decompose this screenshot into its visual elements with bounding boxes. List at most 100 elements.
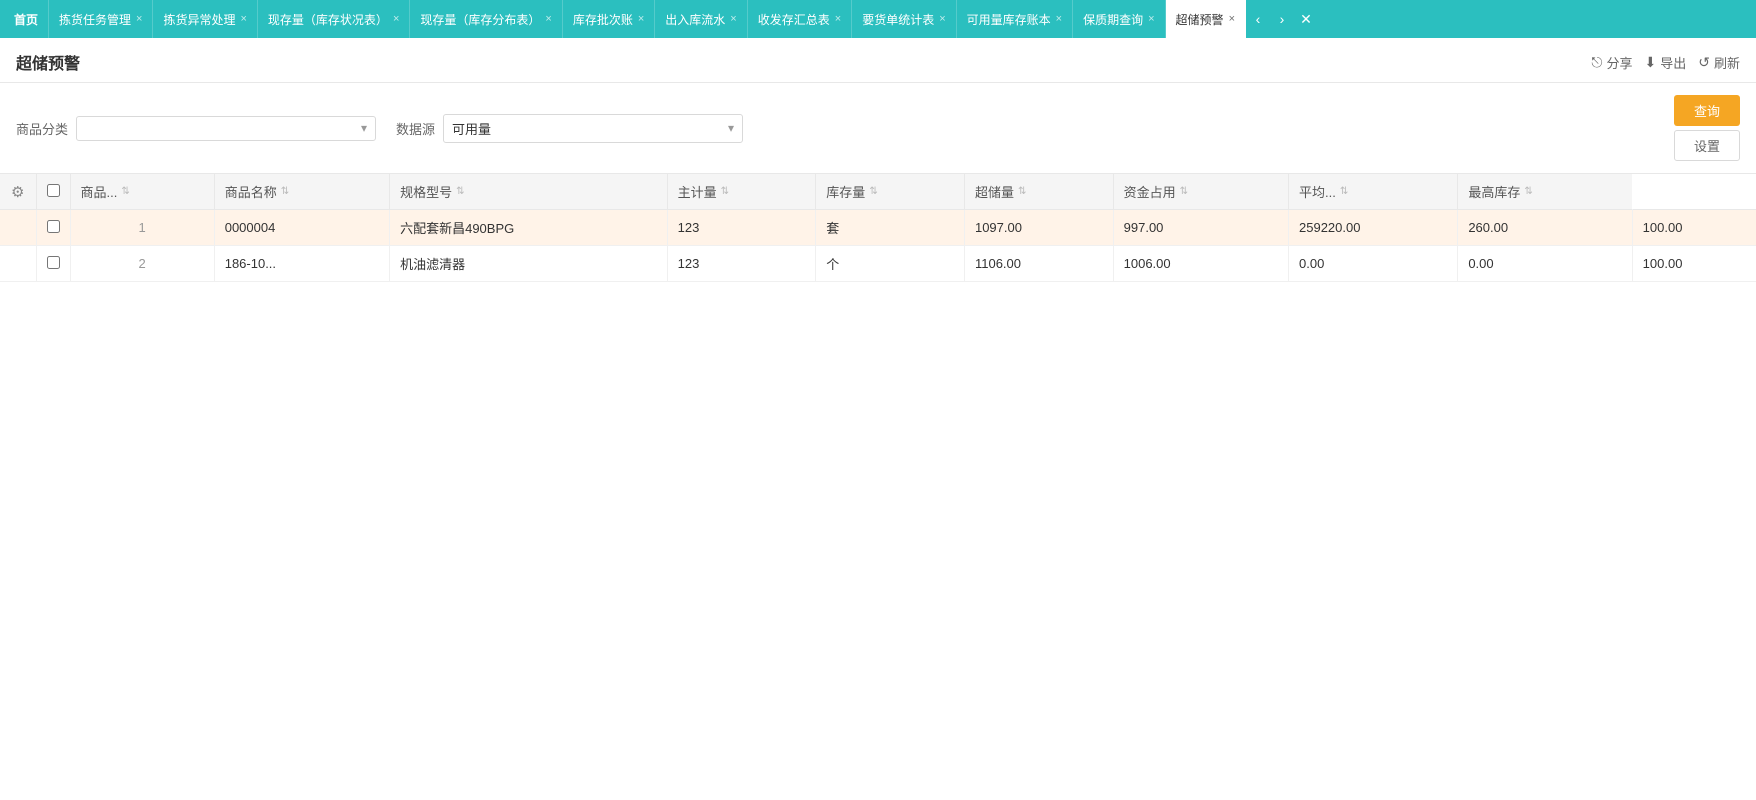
row-product-name: 六配套新昌490BPG [390,210,668,246]
th-spec[interactable]: 规格型号 ⇅ [390,174,668,210]
sort-icon: ⇅ [721,186,729,197]
row-avg: 260.00 [1458,210,1632,246]
table-row: 1 0000004 六配套新昌490BPG 123 套 1097.00 997.… [0,210,1756,246]
chevron-down-icon: ▾ [728,121,734,135]
gear-icon[interactable]: ⚙ [11,184,24,201]
nav-tab-expiry[interactable]: 保质期查询 × [1073,0,1165,38]
nav-tab-stock-status[interactable]: 现存量（库存状况表） × [258,0,410,38]
nav-tab-overstock[interactable]: 超储预警 × [1166,0,1246,38]
close-icon[interactable]: × [545,13,551,25]
row-avg: 0.00 [1458,246,1632,282]
data-table: ⚙ 商品... ⇅ 商品名称 ⇅ [0,173,1756,282]
close-icon[interactable]: × [835,13,841,25]
sort-icon: ⇅ [121,186,129,197]
close-icon[interactable]: × [1056,13,1062,25]
close-icon[interactable]: × [939,13,945,25]
row-spec: 123 [667,210,816,246]
nav-tab-home[interactable]: 首页 [4,0,49,38]
th-max-stock[interactable]: 最高库存 ⇅ [1458,174,1632,210]
chevron-down-icon: ▾ [361,121,367,135]
row-stock: 1106.00 [964,246,1113,282]
row-max-stock: 100.00 [1632,210,1756,246]
table-body: 1 0000004 六配套新昌490BPG 123 套 1097.00 997.… [0,210,1756,282]
th-product-name[interactable]: 商品名称 ⇅ [214,174,389,210]
share-button[interactable]: ⎋ 分享 [1591,53,1632,72]
row-capital: 259220.00 [1289,210,1458,246]
nav-arrow-close[interactable]: ✕ [1294,0,1318,38]
table-header-row: ⚙ 商品... ⇅ 商品名称 ⇅ [0,174,1756,210]
row-overstock: 1006.00 [1113,246,1288,282]
close-icon[interactable]: × [136,13,142,25]
nav-tab-batch-account[interactable]: 库存批次账 × [563,0,655,38]
nav-tab-stock-dist[interactable]: 现存量（库存分布表） × [410,0,562,38]
sort-icon: ⇅ [281,186,289,197]
close-icon[interactable]: × [1229,13,1235,25]
row-checkbox-cell [36,246,70,282]
row-max-stock: 100.00 [1632,246,1756,282]
row-spec: 123 [667,246,816,282]
nav-tab-available-book[interactable]: 可用量库存账本 × [957,0,1073,38]
category-filter: 商品分类 ▾ [16,116,376,141]
th-settings: ⚙ [0,174,36,210]
th-checkbox [36,174,70,210]
table-row: 2 186-10... 机油滤清器 123 个 1106.00 1006.00 … [0,246,1756,282]
category-label: 商品分类 [16,119,68,138]
nav-tab-summary[interactable]: 收发存汇总表 × [748,0,852,38]
page-title: 超储预警 [16,50,80,74]
sort-icon: ⇅ [456,186,464,197]
close-icon[interactable]: × [1148,13,1154,25]
row-product-name: 机油滤清器 [390,246,668,282]
page-header: 超储预警 ⎋ 分享 ⬇ 导出 ↺ 刷新 [0,38,1756,83]
close-icon[interactable]: × [240,13,246,25]
nav-tab-inout-flow[interactable]: 出入库流水 × [655,0,747,38]
filter-bar: 商品分类 ▾ 数据源 可用量 ▾ 查询 设置 [0,83,1756,173]
row-checkbox-cell [36,210,70,246]
nav-arrow-right[interactable]: › [1270,0,1294,38]
export-icon: ⬇ [1645,54,1657,71]
row-settings-cell [0,246,36,282]
refresh-icon: ↺ [1698,54,1710,71]
sort-icon: ⇅ [1180,186,1188,197]
share-icon: ⎋ [1591,54,1602,71]
refresh-button[interactable]: ↺ 刷新 [1698,53,1740,72]
filter-buttons: 查询 设置 [1674,95,1740,161]
close-icon[interactable]: × [730,13,736,25]
nav-arrow-left[interactable]: ‹ [1246,0,1270,38]
datasource-select[interactable]: 可用量 ▾ [443,114,743,143]
sort-icon: ⇅ [1340,186,1348,197]
datasource-value: 可用量 [452,119,491,138]
datasource-label: 数据源 [396,119,435,138]
th-overstock[interactable]: 超储量 ⇅ [964,174,1113,210]
page-content: 超储预警 ⎋ 分享 ⬇ 导出 ↺ 刷新 商品分类 ▾ 数据源 [0,38,1756,800]
settings-button[interactable]: 设置 [1674,130,1740,161]
row-num: 1 [70,210,214,246]
nav-tab-task-mgmt[interactable]: 拣货任务管理 × [49,0,153,38]
row-unit: 套 [816,210,965,246]
th-stock[interactable]: 库存量 ⇅ [816,174,965,210]
export-button[interactable]: ⬇ 导出 [1645,53,1687,72]
category-select[interactable]: ▾ [76,116,376,141]
th-product-code[interactable]: 商品... ⇅ [70,174,214,210]
row-stock: 1097.00 [964,210,1113,246]
nav-tab-order-stats[interactable]: 要货单统计表 × [852,0,956,38]
category-select-text [85,121,361,136]
sort-icon: ⇅ [1018,186,1026,197]
th-capital[interactable]: 资金占用 ⇅ [1113,174,1288,210]
th-unit[interactable]: 主计量 ⇅ [667,174,816,210]
row-unit: 个 [816,246,965,282]
close-icon[interactable]: × [393,13,399,25]
row-checkbox[interactable] [47,256,60,269]
th-avg[interactable]: 平均... ⇅ [1289,174,1458,210]
datasource-filter: 数据源 可用量 ▾ [396,114,743,143]
query-button[interactable]: 查询 [1674,95,1740,126]
row-checkbox[interactable] [47,220,60,233]
row-settings-cell [0,210,36,246]
row-num: 2 [70,246,214,282]
header-actions: ⎋ 分享 ⬇ 导出 ↺ 刷新 [1591,53,1740,72]
select-all-checkbox[interactable] [47,184,60,197]
table-container: ⚙ 商品... ⇅ 商品名称 ⇅ [0,173,1756,282]
close-icon[interactable]: × [638,13,644,25]
top-nav: 首页 拣货任务管理 × 拣货异常处理 × 现存量（库存状况表） × 现存量（库存… [0,0,1756,38]
nav-tab-exception[interactable]: 拣货异常处理 × [153,0,257,38]
row-overstock: 997.00 [1113,210,1288,246]
